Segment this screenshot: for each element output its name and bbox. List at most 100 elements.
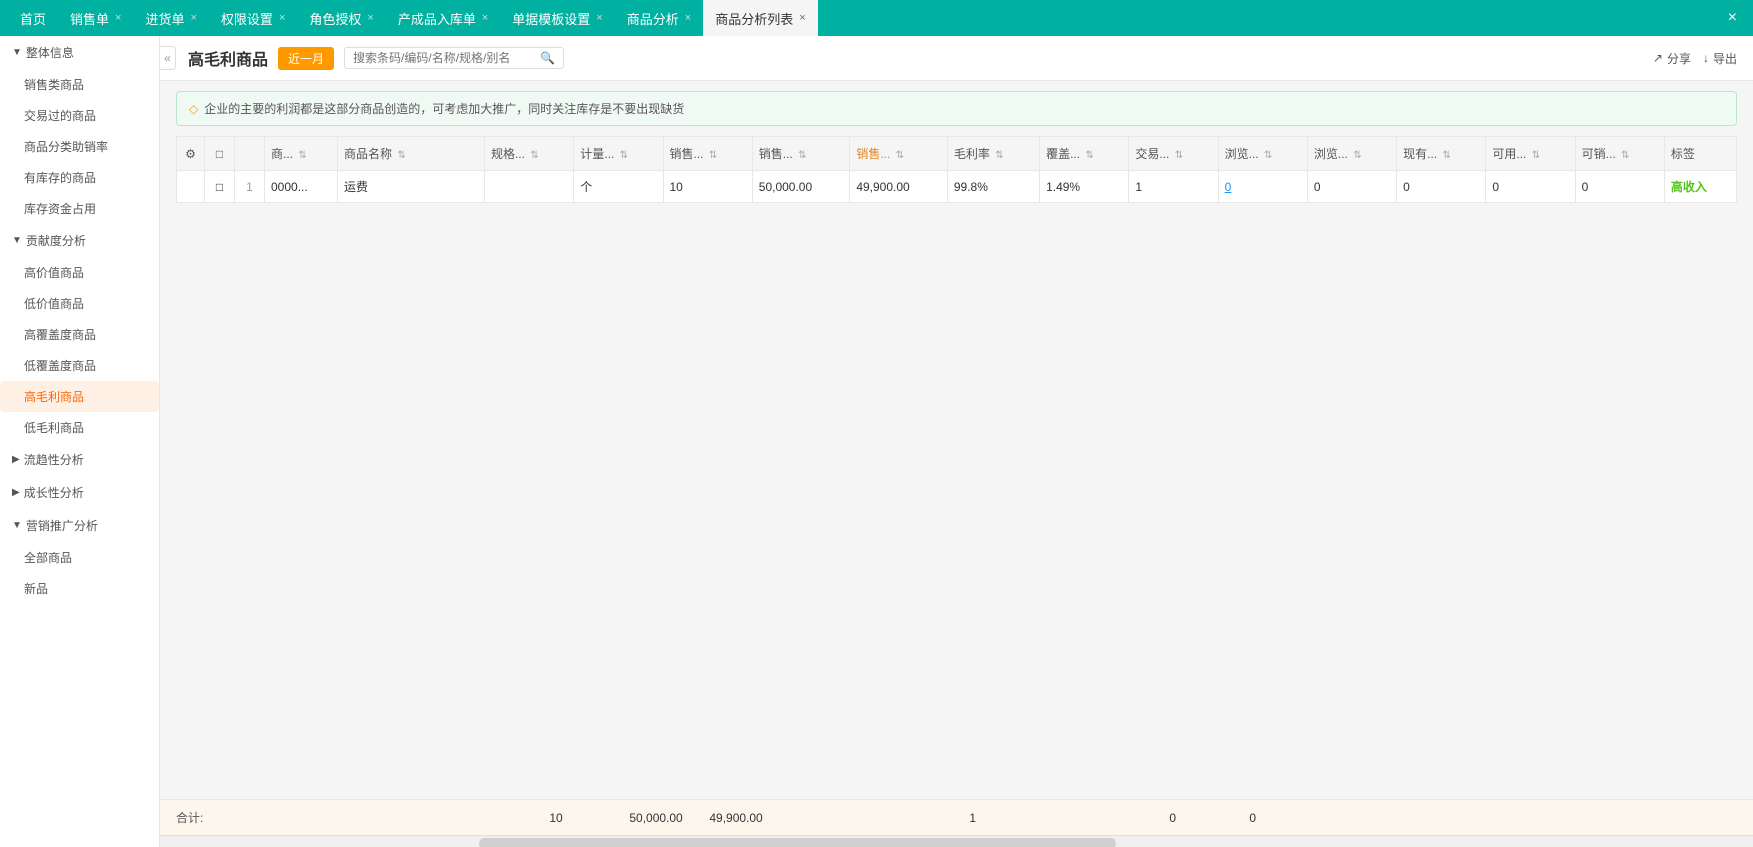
sidebar-section-marketing[interactable]: ▼ 营销推广分析 <box>0 509 159 542</box>
row-sellable-cell: 0 <box>1575 171 1664 203</box>
nav-home[interactable]: 首页 <box>8 0 58 36</box>
close-sales-tab[interactable]: × <box>115 12 121 24</box>
sidebar-section-growth[interactable]: ▶ 成长性分析 <box>0 476 159 509</box>
row-sales2-cell: 50,000.00 <box>752 171 850 203</box>
arrow-down-icon-3: ▼ <box>12 520 22 531</box>
row-checkbox-cell[interactable]: □ <box>205 171 235 203</box>
nav-product-analysis-list[interactable]: 商品分析列表 × <box>703 0 817 36</box>
spec-column-header[interactable]: 规格... ⇅ <box>484 137 573 171</box>
current-column-header[interactable]: 现有... ⇅ <box>1397 137 1486 171</box>
search-icon[interactable]: 🔍 <box>540 51 555 65</box>
sidebar-item-high-value[interactable]: 高价值商品 <box>0 257 159 288</box>
info-banner: ◇ 企业的主要的利润都是这部分商品创造的，可考虑加大推广，同时关注库存是不要出现… <box>176 91 1737 126</box>
browse2-column-header[interactable]: 浏览... ⇅ <box>1307 137 1396 171</box>
search-input[interactable] <box>353 51 540 65</box>
close-product-inbound-tab[interactable]: × <box>482 12 488 24</box>
export-button[interactable]: ↓ 导出 <box>1703 50 1737 67</box>
close-purchase-tab[interactable]: × <box>190 12 196 24</box>
nav-role[interactable]: 角色授权 × <box>297 0 385 36</box>
filter-recent-month-button[interactable]: 近一月 <box>278 47 334 70</box>
sales2-column-header[interactable]: 销售... ⇅ <box>752 137 850 171</box>
sidebar-item-low-margin[interactable]: 低毛利商品 <box>0 412 159 443</box>
sidebar-collapse-button[interactable]: « <box>160 46 176 70</box>
usable-column-header[interactable]: 可用... ⇅ <box>1486 137 1575 171</box>
sort-icon-transaction: ⇅ <box>1175 150 1183 161</box>
nav-purchase[interactable]: 进货单 × <box>133 0 208 36</box>
close-template-tab[interactable]: × <box>596 12 602 24</box>
sidebar-item-stock-capital[interactable]: 库存资金占用 <box>0 193 159 224</box>
sidebar-item-low-coverage[interactable]: 低覆盖度商品 <box>0 350 159 381</box>
sort-icon-coverage: ⇅ <box>1085 150 1093 161</box>
rownum-column-header <box>235 137 265 171</box>
nav-product-analysis[interactable]: 商品分析 × <box>615 0 703 36</box>
sort-icon-name: ⇅ <box>397 150 405 161</box>
sidebar: ▼ 整体信息 销售类商品 交易过的商品 商品分类助销率 有库存的商品 库存资金占… <box>0 36 160 847</box>
close-permission-tab[interactable]: × <box>279 12 285 24</box>
sort-icon-current: ⇅ <box>1442 150 1450 161</box>
footer-current: 0 <box>1163 811 1243 825</box>
row-sales3-cell: 49,900.00 <box>850 171 948 203</box>
checkbox-column-header[interactable]: □ <box>205 137 235 171</box>
horizontal-scrollbar[interactable] <box>160 835 1753 847</box>
sidebar-item-sales-goods[interactable]: 销售类商品 <box>0 69 159 100</box>
unit-column-header[interactable]: 计量... ⇅ <box>574 137 663 171</box>
footer-sales3: 49,900.00 <box>703 811 783 825</box>
footer-usable: 0 <box>1243 811 1323 825</box>
row-name-cell: 运费 <box>338 171 485 203</box>
sidebar-section-trend[interactable]: ▶ 流趋性分析 <box>0 443 159 476</box>
top-navigation: 首页 销售单 × 进货单 × 权限设置 × 角色授权 × 产成品入库单 × 单据… <box>0 0 1753 36</box>
sidebar-item-low-value[interactable]: 低价值商品 <box>0 288 159 319</box>
footer-transaction: 1 <box>963 811 1043 825</box>
row-spec-cell <box>484 171 573 203</box>
share-button[interactable]: ↗ 分享 <box>1653 50 1691 67</box>
arrow-down-icon-2: ▼ <box>12 235 22 246</box>
footer-spacer4 <box>1103 811 1163 825</box>
table-header-row: ⚙ □ 商... ⇅ 商品名称 ⇅ <box>177 137 1737 171</box>
row-tag-cell: 高收入 <box>1664 171 1736 203</box>
nav-template-setting[interactable]: 单据模板设置 × <box>500 0 614 36</box>
table-row: □ 1 0000... 运费 个 10 50,000.00 49,900.00 … <box>177 171 1737 203</box>
scrollbar-thumb[interactable] <box>479 838 1116 847</box>
sidebar-section-contribution[interactable]: ▼ 贡献度分析 <box>0 224 159 257</box>
search-box: 🔍 <box>344 47 564 69</box>
nav-permission[interactable]: 权限设置 × <box>209 0 297 36</box>
close-all-tabs[interactable]: × <box>1720 9 1745 27</box>
coverage-column-header[interactable]: 覆盖... ⇅ <box>1040 137 1129 171</box>
grossrate-column-header[interactable]: 毛利率 ⇅ <box>947 137 1039 171</box>
sidebar-section-overall[interactable]: ▼ 整体信息 <box>0 36 159 69</box>
sidebar-item-new-goods[interactable]: 新品 <box>0 573 159 604</box>
sidebar-item-all-goods[interactable]: 全部商品 <box>0 542 159 573</box>
row-grossrate-cell: 99.8% <box>947 171 1039 203</box>
sidebar-item-traded-goods[interactable]: 交易过的商品 <box>0 100 159 131</box>
export-icon: ↓ <box>1703 51 1709 65</box>
sellable-column-header[interactable]: 可销... ⇅ <box>1575 137 1664 171</box>
sidebar-item-in-stock[interactable]: 有库存的商品 <box>0 162 159 193</box>
sort-icon-unit: ⇅ <box>620 150 628 161</box>
sidebar-item-high-coverage[interactable]: 高覆盖度商品 <box>0 319 159 350</box>
row-settings-cell <box>177 171 205 203</box>
nav-product-inbound[interactable]: 产成品入库单 × <box>386 0 500 36</box>
sort-icon-code: ⇅ <box>298 150 306 161</box>
settings-column-header[interactable]: ⚙ <box>177 137 205 171</box>
header-actions: ↗ 分享 ↓ 导出 <box>1653 50 1737 67</box>
name-column-header[interactable]: 商品名称 ⇅ <box>338 137 485 171</box>
sales1-column-header[interactable]: 销售... ⇅ <box>663 137 752 171</box>
footer-spacer3 <box>1043 811 1103 825</box>
footer-spacer1 <box>783 811 903 825</box>
share-icon: ↗ <box>1653 51 1663 65</box>
sort-icon-sales1: ⇅ <box>709 150 717 161</box>
close-product-analysis-tab[interactable]: × <box>685 12 691 24</box>
sort-icon-grossrate: ⇅ <box>995 150 1003 161</box>
sort-icon-usable: ⇅ <box>1532 150 1540 161</box>
sales3-column-header[interactable]: 销售... ⇅ <box>850 137 948 171</box>
nav-sales[interactable]: 销售单 × <box>58 0 133 36</box>
browse1-column-header[interactable]: 浏览... ⇅ <box>1218 137 1307 171</box>
sidebar-item-high-margin[interactable]: 高毛利商品 <box>0 381 159 412</box>
close-role-tab[interactable]: × <box>367 12 373 24</box>
table-footer: 合计: 10 50,000.00 49,900.00 1 0 0 <box>160 799 1753 835</box>
row-browse1-cell[interactable]: 0 <box>1218 171 1307 203</box>
transaction-column-header[interactable]: 交易... ⇅ <box>1129 137 1218 171</box>
sidebar-item-category-rate[interactable]: 商品分类助销率 <box>0 131 159 162</box>
code-column-header[interactable]: 商... ⇅ <box>265 137 338 171</box>
close-product-analysis-list-tab[interactable]: × <box>799 12 805 24</box>
